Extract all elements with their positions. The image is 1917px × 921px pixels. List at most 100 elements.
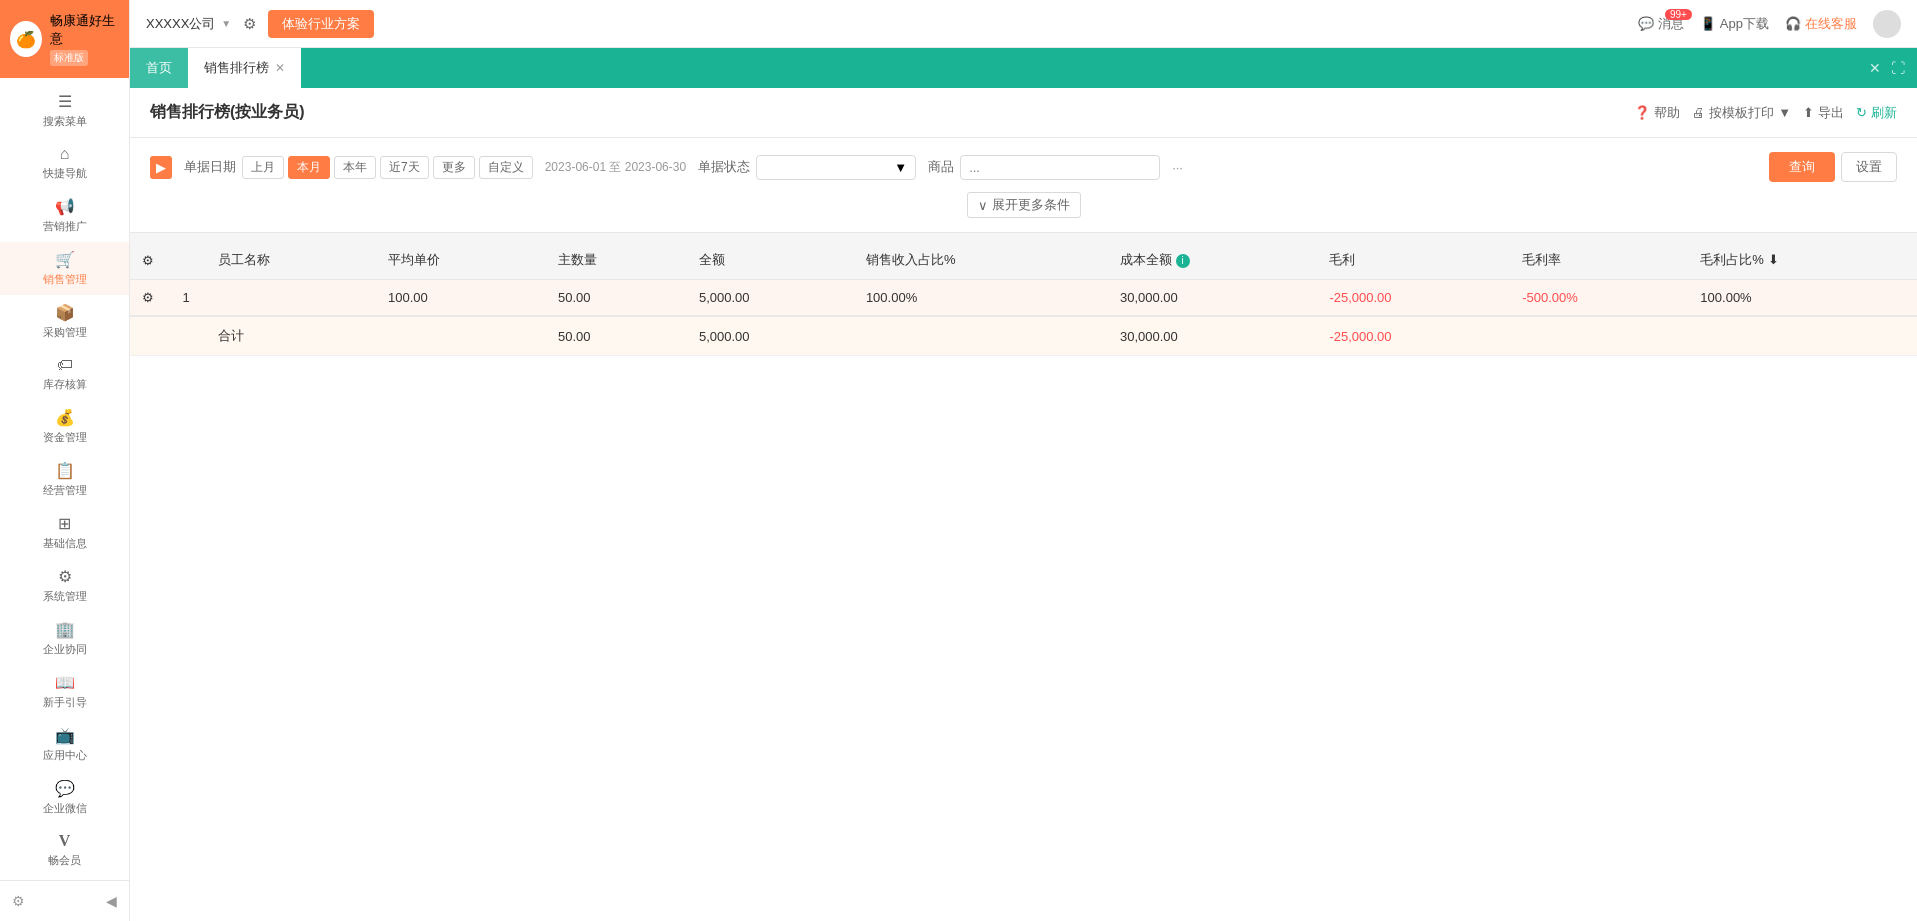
table-row: ⚙ 1 100.00 50.00 5,000.00 100.00% 30,000… [130,280,1917,317]
print-button[interactable]: 🖨 按模板打印 ▼ [1692,104,1791,122]
marketing-icon: 📢 [55,197,75,216]
date-btn-this-month[interactable]: 本月 [288,156,330,179]
more-filters-button[interactable]: ··· [1172,160,1183,175]
trial-button[interactable]: 体验行业方案 [268,10,374,38]
sidebar-item-system[interactable]: ⚙ 系统管理 [0,559,129,612]
company-dropdown-icon: ▼ [221,18,231,29]
company-selector[interactable]: XXXXX公司 ▼ [146,15,231,33]
sidebar-item-enterprise[interactable]: 🏢 企业协同 [0,612,129,665]
sidebar-item-purchase[interactable]: 📦 采购管理 [0,295,129,348]
sidebar-collapse-button[interactable]: ◀ [102,889,121,913]
row-name-cell [206,280,376,317]
row-sales-pct-cell: 100.00% [854,280,1108,317]
th-cost: 成本全额 i [1108,241,1317,280]
sales-icon: 🛒 [55,250,75,269]
logo-badge: 标准版 [50,50,88,66]
date-btn-this-year[interactable]: 本年 [334,156,376,179]
sidebar-item-operation[interactable]: 📋 经营管理 [0,453,129,506]
date-btn-last-month[interactable]: 上月 [242,156,284,179]
expand-row: ∨ 展开更多条件 [150,192,1897,218]
page-content: 销售排行榜(按业务员) ❓ 帮助 🖨 按模板打印 ▼ ⬆ 导出 ↻ 刷新 [130,88,1917,921]
online-service-button[interactable]: 🎧 在线客服 [1785,15,1857,33]
guide-icon: 📖 [55,673,75,692]
expand-conditions-button[interactable]: ∨ 展开更多条件 [967,192,1081,218]
date-btn-more[interactable]: 更多 [433,156,475,179]
sidebar-item-search[interactable]: ☰ 搜索菜单 [0,84,129,137]
goods-input[interactable] [960,155,1160,180]
th-gross-pct: 毛利占比% ⬇ [1688,241,1917,280]
page-header: 销售排行榜(按业务员) ❓ 帮助 🖨 按模板打印 ▼ ⬆ 导出 ↻ 刷新 [130,88,1917,138]
row-settings-cell[interactable]: ⚙ [130,280,166,317]
goods-filter: 商品 [928,155,1160,180]
sidebar-item-guide[interactable]: 📖 新手引导 [0,665,129,718]
sidebar-item-label: 基础信息 [43,536,87,551]
export-icon: ⬆ [1803,105,1814,120]
date-filter: 单据日期 上月 本月 本年 近7天 更多 自定义 [184,156,533,179]
sidebar-item-app-center[interactable]: 📺 应用中心 [0,718,129,771]
tab-close-all-icon[interactable]: ✕ [1869,60,1881,76]
sidebar-item-marketing[interactable]: 📢 营销推广 [0,189,129,242]
sidebar-item-basic[interactable]: ⊞ 基础信息 [0,506,129,559]
action-buttons: 查询 设置 [1769,152,1897,182]
help-label: 帮助 [1654,104,1680,122]
settings-icon[interactable]: ⚙ [243,15,256,33]
th-gross-rate: 毛利率 [1510,241,1688,280]
sidebar-item-member[interactable]: V 畅会员 [0,824,129,876]
tab-home[interactable]: 首页 [130,48,188,88]
th-settings[interactable]: ⚙ [130,241,166,280]
date-btn-7days[interactable]: 近7天 [380,156,429,179]
row-gear-icon: ⚙ [142,290,154,305]
query-button[interactable]: 查询 [1769,152,1835,182]
status-select[interactable]: ▼ [756,155,916,180]
sidebar-item-label: 系统管理 [43,589,87,604]
company-name: XXXXX公司 [146,15,215,33]
table-section: ⚙ 员工名称 平均单价 主数量 全额 销售收入占比% 成本全额 i 毛利 毛利率… [130,241,1917,921]
th-name: 员工名称 [206,241,376,280]
footer-name-cell: 合计 [206,316,376,356]
tab-close-button[interactable]: ✕ [275,61,285,75]
home-icon: ⌂ [60,145,70,163]
message-button[interactable]: 💬 消息 99+ [1638,15,1684,33]
wechat-icon: 💬 [55,779,75,798]
expand-icon: ∨ [978,198,988,213]
help-button[interactable]: ❓ 帮助 [1634,104,1680,122]
enterprise-icon: 🏢 [55,620,75,639]
date-btn-custom[interactable]: 自定义 [479,156,533,179]
sidebar-item-finance[interactable]: 💰 资金管理 [0,400,129,453]
filter-collapse-button[interactable]: ▶ [150,156,172,179]
sidebar-item-wechat[interactable]: 💬 企业微信 [0,771,129,824]
app-download-button[interactable]: 📱 App下载 [1700,15,1769,33]
sidebar-item-label: 销售管理 [43,272,87,287]
system-icon: ⚙ [58,567,72,586]
sidebar-item-label: 资金管理 [43,430,87,445]
goods-label: 商品 [928,158,954,176]
logo-icon: 🍊 [10,21,42,57]
tab-sales-rank[interactable]: 销售排行榜 ✕ [188,48,301,88]
th-avg-price: 平均单价 [376,241,546,280]
row-avg-price-cell: 100.00 [376,280,546,317]
filter-row-1: ▶ 单据日期 上月 本月 本年 近7天 更多 自定义 2023-06-01 至 … [150,152,1897,182]
sidebar-item-label: 应用中心 [43,748,87,763]
sidebar-item-quick-nav[interactable]: ⌂ 快捷导航 [0,137,129,189]
sidebar-item-label: 搜索菜单 [43,114,87,129]
user-avatar[interactable] [1873,10,1901,38]
column-settings-button[interactable]: 设置 [1841,152,1897,182]
sidebar-item-inventory[interactable]: 🏷 库存核算 [0,348,129,400]
row-gross-cell: -25,000.00 [1317,280,1510,317]
row-amount-cell: 5,000.00 [687,280,854,317]
sidebar-settings-button[interactable]: ⚙ [8,889,29,913]
sidebar-item-label: 企业协同 [43,642,87,657]
app-center-icon: 📺 [55,726,75,745]
expand-label: 展开更多条件 [992,196,1070,214]
tab-fullscreen-icon[interactable]: ⛶ [1891,60,1905,76]
tab-home-label: 首页 [146,59,172,77]
refresh-button[interactable]: ↻ 刷新 [1856,104,1897,122]
topbar-right: 💬 消息 99+ 📱 App下载 🎧 在线客服 [1638,10,1901,38]
status-label: 单据状态 [698,158,750,176]
headset-icon: 🎧 [1785,16,1801,31]
date-range-display: 2023-06-01 至 2023-06-30 [545,159,686,176]
footer-gross-cell: -25,000.00 [1317,316,1510,356]
export-button[interactable]: ⬆ 导出 [1803,104,1844,122]
footer-cost-cell: 30,000.00 [1108,316,1317,356]
sidebar-item-sales[interactable]: 🛒 销售管理 [0,242,129,295]
